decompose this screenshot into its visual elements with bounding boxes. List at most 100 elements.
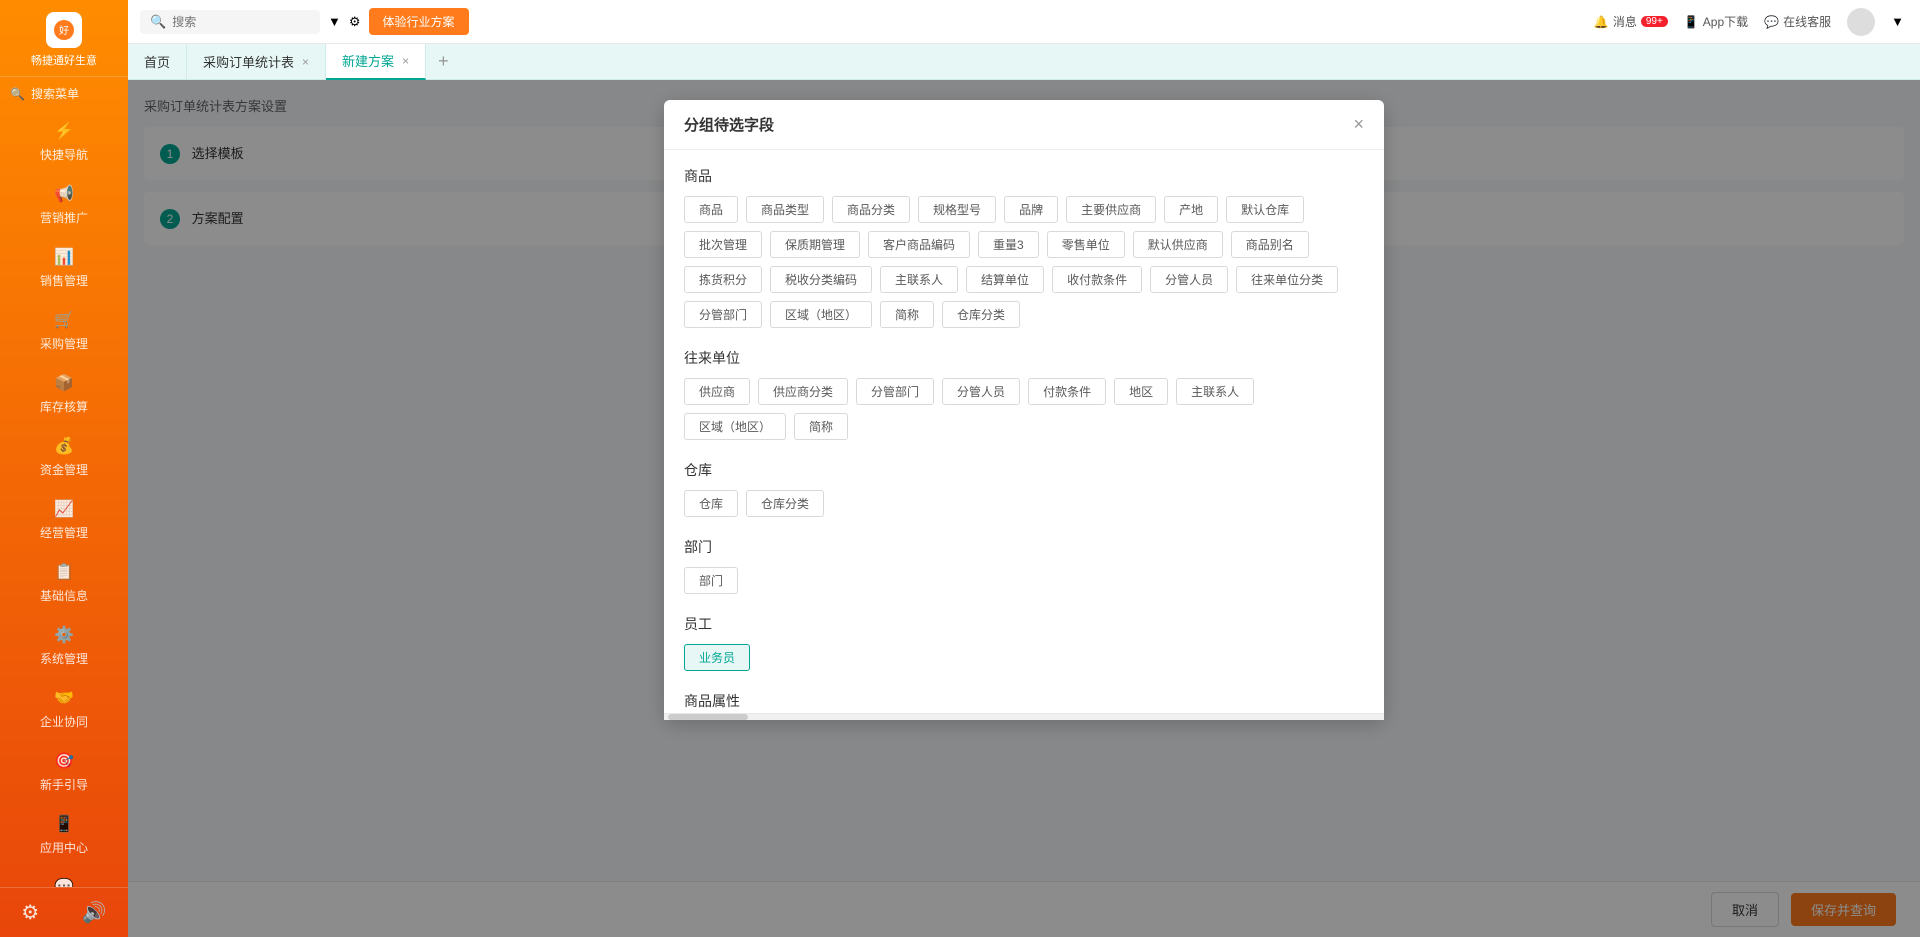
field-tag-main-contact-partner[interactable]: 主联系人 — [1176, 378, 1254, 405]
system-icon: ⚙️ — [53, 624, 75, 646]
notification-label: 消息 — [1613, 13, 1637, 30]
field-tag-dept[interactable]: 部门 — [684, 567, 738, 594]
field-tag-warehouse-cat[interactable]: 仓库分类 — [746, 490, 824, 517]
sidebar-bottom: ⚙ 🔊 — [0, 887, 128, 937]
tab-label-new-plan: 新建方案 — [342, 51, 394, 70]
sidebar-item-purchase[interactable]: 🛒采购管理 — [0, 299, 128, 362]
sidebar-item-basic[interactable]: 📋 基础信息 — [0, 551, 128, 614]
wechat-icon: 💬 — [53, 876, 75, 887]
field-tags-warehouse: 仓库仓库分类 — [684, 490, 1364, 517]
field-tag-dept-partner[interactable]: 分管部门 — [856, 378, 934, 405]
section-title-warehouse: 仓库 — [684, 460, 1364, 480]
sidebar-label-appstore: 应用中心 — [40, 839, 88, 856]
field-tag-product[interactable]: 商品 — [684, 196, 738, 223]
appstore-icon: 📱 — [53, 813, 75, 835]
bell-icon: 🔔 — [1594, 15, 1609, 29]
sidebar-item-appstore[interactable]: 📱 应用中心 — [0, 803, 128, 866]
sidebar-item-sales[interactable]: 📊销售管理 — [0, 236, 128, 299]
field-tag-spec-type[interactable]: 规格型号 — [918, 196, 996, 223]
sidebar-label-basic: 基础信息 — [40, 587, 88, 604]
tab-new-plan[interactable]: 新建方案 × — [326, 44, 426, 80]
field-tag-tax-code[interactable]: 税收分类编码 — [770, 266, 872, 293]
field-tag-region-product[interactable]: 区域（地区） — [770, 301, 872, 328]
section-warehouse: 仓库仓库仓库分类 — [684, 460, 1364, 517]
field-tag-default-supplier[interactable]: 默认供应商 — [1133, 231, 1223, 258]
field-tag-manager[interactable]: 分管人员 — [1150, 266, 1228, 293]
sidebar-item-cooperation[interactable]: 🤝企业协同 — [0, 677, 128, 740]
dialog: 分组待选字段 × 商品商品商品类型商品分类规格型号品牌主要供应商产地默认仓库批次… — [664, 100, 1384, 720]
cooperation-icon: 🤝 — [53, 687, 75, 709]
field-tag-short-name-partner[interactable]: 简称 — [794, 413, 848, 440]
field-tag-supplier-category[interactable]: 供应商分类 — [758, 378, 848, 405]
field-tag-payment-terms[interactable]: 收付款条件 — [1052, 266, 1142, 293]
field-tag-payment-cond[interactable]: 付款条件 — [1028, 378, 1106, 405]
field-tag-dept-mgmt[interactable]: 分管部门 — [684, 301, 762, 328]
notification-item[interactable]: 🔔 消息 99+ — [1594, 13, 1668, 30]
field-tag-pickup-points[interactable]: 拣货积分 — [684, 266, 762, 293]
field-tag-retail-unit[interactable]: 零售单位 — [1047, 231, 1125, 258]
header-search-box[interactable]: 🔍 — [140, 10, 320, 34]
sidebar-label-sales: 销售管理 — [40, 272, 88, 289]
sidebar-item-inventory[interactable]: 📦库存核算 — [0, 362, 128, 425]
tab-close-new-plan[interactable]: × — [402, 54, 409, 68]
field-tag-main-supplier[interactable]: 主要供应商 — [1066, 196, 1156, 223]
sidebar-item-operation[interactable]: 📈经营管理 — [0, 488, 128, 551]
svg-text:好: 好 — [59, 25, 69, 37]
download-icon: 📱 — [1684, 15, 1699, 29]
user-dropdown-icon[interactable]: ▼ — [1891, 14, 1904, 29]
field-tag-from-unit-category[interactable]: 往来单位分类 — [1236, 266, 1338, 293]
sidebar-item-system[interactable]: ⚙️系统管理 — [0, 614, 128, 677]
sidebar-label-guide: 新手引导 — [40, 776, 88, 793]
tab-close-purchase-stats[interactable]: × — [302, 55, 309, 69]
section-product: 商品商品商品类型商品分类规格型号品牌主要供应商产地默认仓库批次管理保质期管理客户… — [684, 166, 1364, 328]
field-tag-region2-partner[interactable]: 区域（地区） — [684, 413, 786, 440]
field-tag-warehouse-category[interactable]: 仓库分类 — [942, 301, 1020, 328]
dialog-close-button[interactable]: × — [1353, 114, 1364, 135]
field-tag-weight3[interactable]: 重量3 — [978, 231, 1039, 258]
settings-icon[interactable]: ⚙ — [21, 900, 39, 925]
field-tag-product-type[interactable]: 商品类型 — [746, 196, 824, 223]
service-icon: 💬 — [1764, 15, 1779, 29]
field-tag-brand[interactable]: 品牌 — [1004, 196, 1058, 223]
avatar[interactable] — [1847, 8, 1875, 36]
scroll-thumb[interactable] — [668, 714, 748, 720]
field-tag-manager-partner[interactable]: 分管人员 — [942, 378, 1020, 405]
horizontal-scrollbar[interactable] — [664, 713, 1384, 720]
dropdown-icon[interactable]: ▼ — [328, 14, 341, 29]
sidebar-item-guide[interactable]: 🎯新手引导 — [0, 740, 128, 803]
basic-icon: 📋 — [53, 561, 75, 583]
field-tag-warehouse[interactable]: 仓库 — [684, 490, 738, 517]
sidebar-item-finance[interactable]: 💰资金管理 — [0, 425, 128, 488]
field-tag-default-warehouse[interactable]: 默认仓库 — [1226, 196, 1304, 223]
field-tag-batch-mgmt[interactable]: 批次管理 — [684, 231, 762, 258]
tab-add-icon[interactable]: + — [426, 51, 461, 72]
field-tag-supplier[interactable]: 供应商 — [684, 378, 750, 405]
experience-btn[interactable]: 体验行业方案 — [369, 8, 469, 35]
field-tag-customer-code[interactable]: 客户商品编码 — [868, 231, 970, 258]
sidebar-item-wechat[interactable]: 💬企业微信 — [0, 866, 128, 887]
sidebar-item-quick-nav[interactable]: ⚡快捷导航 — [0, 110, 128, 173]
sidebar-search[interactable]: 🔍 搜索菜单 — [0, 77, 128, 110]
app-download-item[interactable]: 📱 App下载 — [1684, 13, 1748, 30]
field-tag-origin[interactable]: 产地 — [1164, 196, 1218, 223]
audio-icon[interactable]: 🔊 — [82, 900, 107, 925]
field-tag-main-contact[interactable]: 主联系人 — [880, 266, 958, 293]
search-input[interactable] — [172, 15, 292, 29]
sidebar-item-marketing[interactable]: 📢营销推广 — [0, 173, 128, 236]
tab-label-home: 首页 — [144, 52, 170, 71]
section-title-department: 部门 — [684, 537, 1364, 557]
tab-purchase-stats[interactable]: 采购订单统计表× — [187, 44, 326, 80]
settings-icon-header[interactable]: ⚙ — [349, 14, 361, 30]
field-tag-product-alias[interactable]: 商品别名 — [1231, 231, 1309, 258]
field-tag-salesperson[interactable]: 业务员 — [684, 644, 750, 671]
section-title-product-attr: 商品属性 — [684, 691, 1364, 711]
header-search-icon: 🔍 — [150, 14, 166, 30]
tab-home[interactable]: 首页 — [128, 44, 187, 80]
field-tag-short-name[interactable]: 简称 — [880, 301, 934, 328]
field-tag-region-partner[interactable]: 地区 — [1114, 378, 1168, 405]
dialog-header: 分组待选字段 × — [664, 100, 1384, 150]
field-tag-settlement-unit[interactable]: 结算单位 — [966, 266, 1044, 293]
field-tag-expiry-mgmt[interactable]: 保质期管理 — [770, 231, 860, 258]
online-service-item[interactable]: 💬 在线客服 — [1764, 13, 1831, 30]
field-tag-product-category[interactable]: 商品分类 — [832, 196, 910, 223]
